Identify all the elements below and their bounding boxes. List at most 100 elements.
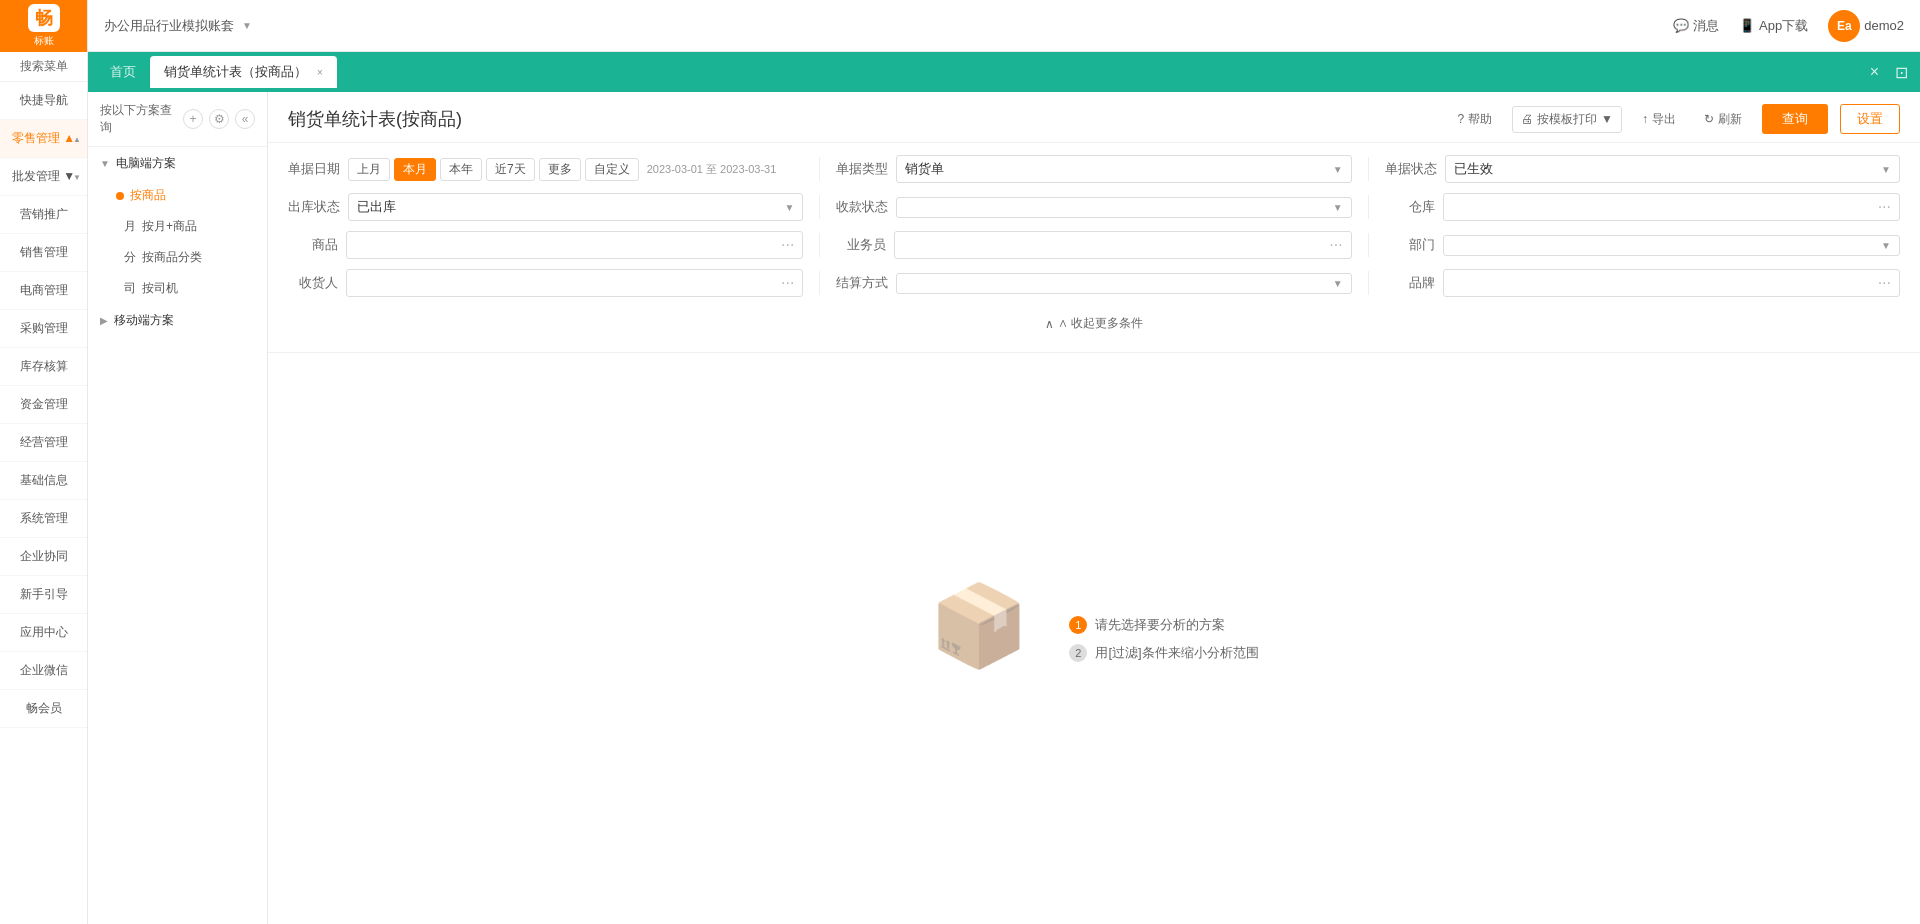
print-label: 按模板打印 [1537,111,1597,128]
scheme-settings-button[interactable]: ⚙ [209,109,229,129]
tab-close-window-button[interactable]: × [1866,61,1883,84]
brand-control: ··· [1443,269,1900,297]
scheme-group-mobile: ▶ 移动端方案 [88,304,267,337]
sidebar-item-purchase[interactable]: 采购管理 [0,310,87,348]
sidebar: 畅 标账 搜索菜单 快捷导航 零售管理 ▲ 批发管理 ▼ 营销推广 销售管理 电… [0,0,88,924]
sidebar-item-basic[interactable]: 基础信息 [0,462,87,500]
out-status-select[interactable]: 已出库 ▼ [348,193,803,221]
app-download-button[interactable]: 📱 App下载 [1739,17,1808,35]
sidebar-item-operation[interactable]: 经营管理 [0,424,87,462]
doc-type-select[interactable]: 销货单 ▼ [896,155,1351,183]
payment-label: 结算方式 [836,274,888,292]
collapse-conditions-button[interactable]: ∧ ∧ 收起更多条件 [288,307,1900,340]
scheme-group-mobile-header[interactable]: ▶ 移动端方案 [88,304,267,337]
help-button[interactable]: ? 帮助 [1449,107,1500,132]
tab-close-icon[interactable]: × [317,67,323,78]
search-label[interactable]: 搜索菜单 [20,59,68,73]
user-menu[interactable]: Ea demo2 [1828,10,1904,42]
empty-step-1: 1 请先选择要分析的方案 [1069,616,1258,634]
filter-payment: 结算方式 ▼ [836,273,1351,294]
receiver-input[interactable]: ··· [346,269,803,297]
tab-expand-button[interactable]: ⊡ [1891,61,1912,84]
dept-select[interactable]: ▼ [1443,235,1900,256]
refresh-button[interactable]: ↻ 刷新 [1696,107,1750,132]
sidebar-item-system[interactable]: 系统管理 [0,500,87,538]
sidebar-nav: 快捷导航 零售管理 ▲ 批发管理 ▼ 营销推广 销售管理 电商管理 采购管理 库… [0,82,87,924]
warehouse-input[interactable]: ··· [1443,193,1900,221]
scheme-item-by-driver[interactable]: 司 按司机 [88,273,267,304]
sidebar-item-ecommerce[interactable]: 电商管理 [0,272,87,310]
goods-dots[interactable]: ··· [781,236,794,254]
doc-status-select[interactable]: 已生效 ▼ [1445,155,1900,183]
sidebar-item-quick-nav[interactable]: 快捷导航 [0,82,87,120]
breadcrumb-dropdown-icon[interactable]: ▼ [242,20,252,31]
active-tab-label: 销货单统计表（按商品） [164,63,307,81]
date-btn-custom[interactable]: 自定义 [585,158,639,181]
query-button[interactable]: 查询 [1762,104,1828,134]
doc-type-control: 销货单 ▼ [896,155,1351,183]
sidebar-item-sales[interactable]: 销售管理 [0,234,87,272]
empty-text: 1 请先选择要分析的方案 2 用[过滤]条件来缩小分析范围 [1069,616,1258,662]
print-button[interactable]: 🖨 按模板打印 ▼ [1512,106,1622,133]
message-icon: 💬 [1673,18,1689,33]
sidebar-item-wechat[interactable]: 企业微信 [0,652,87,690]
warehouse-dots[interactable]: ··· [1878,198,1891,216]
scheme-group-label: 电脑端方案 [116,155,176,172]
content-area: 按以下方案查询 + ⚙ « ▼ 电脑端方案 按商品 月 按月+商 [88,92,1920,924]
receiver-dots[interactable]: ··· [781,274,794,292]
sidebar-search[interactable]: 搜索菜单 [0,52,87,82]
staff-dots[interactable]: ··· [1329,236,1342,254]
doc-status-value: 已生效 [1454,160,1877,178]
sidebar-item-member[interactable]: 畅会员 [0,690,87,728]
step-1-text: 请先选择要分析的方案 [1095,616,1225,634]
tab-home[interactable]: 首页 [96,56,150,88]
user-avatar: Ea [1828,10,1860,42]
brand-label: 品牌 [1385,274,1435,292]
sidebar-item-inventory[interactable]: 库存核算 [0,348,87,386]
date-btn-this-year[interactable]: 本年 [440,158,482,181]
payment-select[interactable]: ▼ [896,273,1351,294]
date-btn-7days[interactable]: 近7天 [486,158,535,181]
date-btn-more[interactable]: 更多 [539,158,581,181]
sidebar-item-enterprise[interactable]: 企业协同 [0,538,87,576]
date-btn-last-month[interactable]: 上月 [348,158,390,181]
scheme-item-label: 按商品 [130,187,166,204]
page-title: 销货单统计表(按商品) [288,107,462,131]
scheme-item-by-category[interactable]: 分 按商品分类 [88,242,267,273]
sidebar-item-app-center[interactable]: 应用中心 [0,614,87,652]
empty-illustration: 📦 [929,579,1049,699]
filter-warehouse: 仓库 ··· [1385,193,1900,221]
scheme-group-desktop-header[interactable]: ▼ 电脑端方案 [88,147,267,180]
sidebar-item-finance[interactable]: 资金管理 [0,386,87,424]
sidebar-item-guide[interactable]: 新手引导 [0,576,87,614]
warehouse-control: ··· [1443,193,1900,221]
filter-row-1: 单据日期 上月 本月 本年 近7天 更多 自定义 2023-03-01 至 20… [288,155,1900,183]
add-scheme-button[interactable]: + [183,109,203,129]
logo-text: 标账 [34,34,54,48]
doc-status-label: 单据状态 [1385,160,1437,178]
goods-input[interactable]: ··· [346,231,803,259]
tab-sales-stats[interactable]: 销货单统计表（按商品） × [150,56,337,88]
message-button[interactable]: 💬 消息 [1673,17,1719,35]
scheme-item-by-goods[interactable]: 按商品 [88,180,267,211]
payment-arrow: ▼ [1333,278,1343,289]
scheme-group-label: 移动端方案 [114,312,174,329]
out-status-label: 出库状态 [288,198,340,216]
export-button[interactable]: ↑ 导出 [1634,107,1684,132]
date-btn-this-month[interactable]: 本月 [394,158,436,181]
page-header: 销货单统计表(按商品) ? 帮助 🖨 按模板打印 ▼ ↑ 导出 [268,92,1920,143]
sidebar-item-wholesale[interactable]: 批发管理 ▼ [0,158,87,196]
scheme-item-by-month-goods[interactable]: 月 按月+商品 [88,211,267,242]
settings-button[interactable]: 设置 [1840,104,1900,134]
filter-date: 单据日期 上月 本月 本年 近7天 更多 自定义 2023-03-01 至 20… [288,158,803,181]
empty-step-2: 2 用[过滤]条件来缩小分析范围 [1069,644,1258,662]
brand-dots[interactable]: ··· [1878,274,1891,292]
pay-status-select[interactable]: ▼ [896,197,1351,218]
collapse-panel-button[interactable]: « [235,109,255,129]
brand-input[interactable]: ··· [1443,269,1900,297]
left-panel: 按以下方案查询 + ⚙ « ▼ 电脑端方案 按商品 月 按月+商 [88,92,268,924]
tabbar-actions: × ⊡ [1866,61,1912,84]
staff-input[interactable]: ··· [894,231,1351,259]
sidebar-item-retail[interactable]: 零售管理 ▲ [0,120,87,158]
sidebar-item-marketing[interactable]: 营销推广 [0,196,87,234]
